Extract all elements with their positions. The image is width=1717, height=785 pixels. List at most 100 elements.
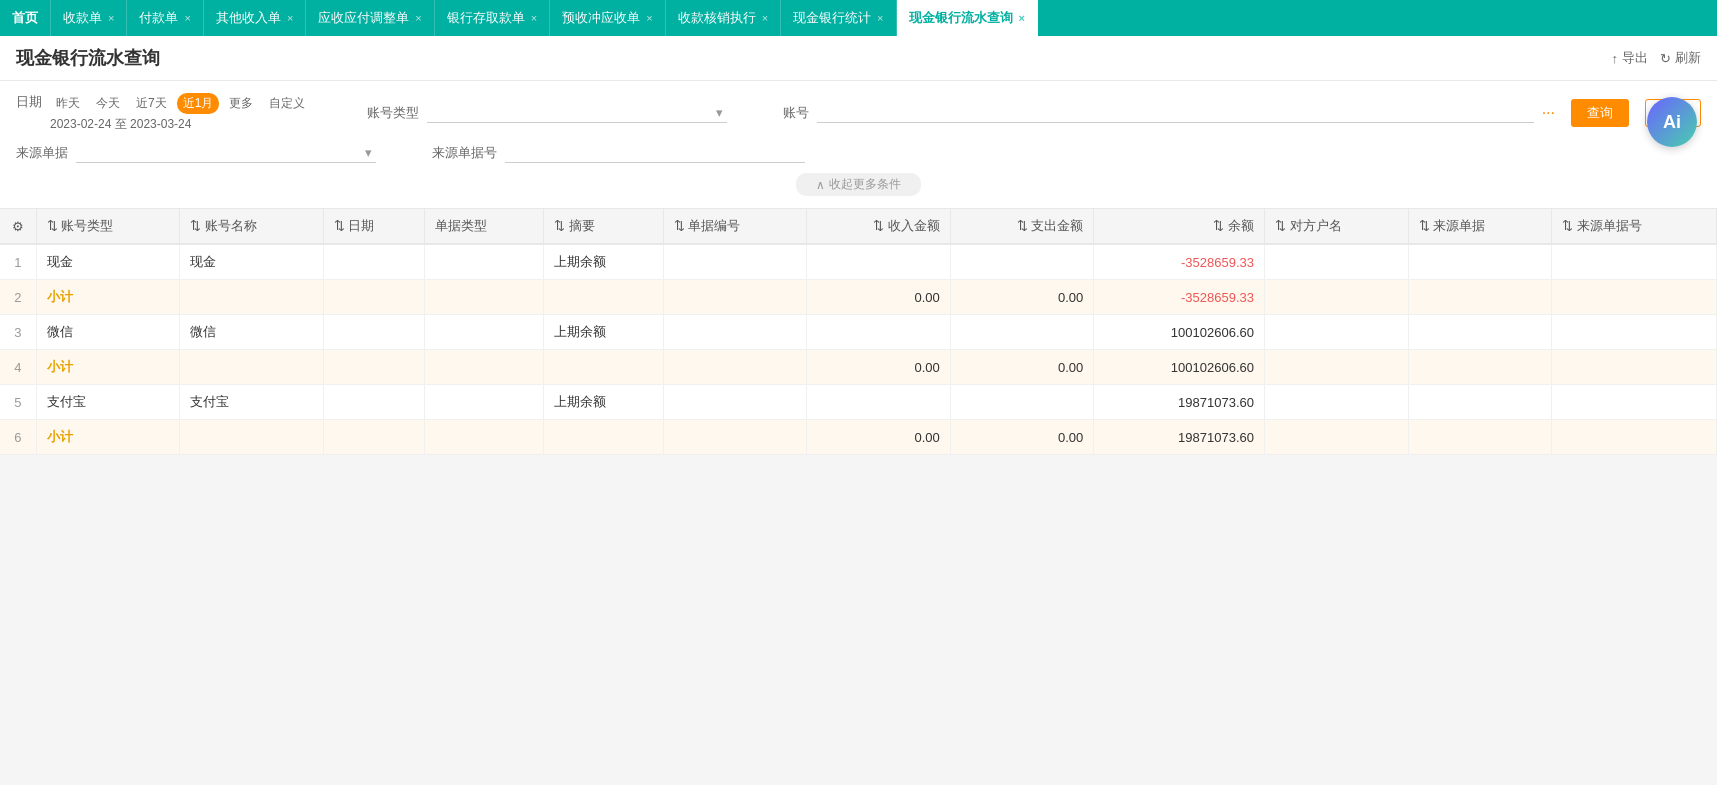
nav-tab-home[interactable]: 首页	[0, 0, 51, 36]
nav-tab-cash-bank-stats[interactable]: 现金银行统计 ×	[781, 0, 896, 36]
cell-summary	[544, 280, 664, 315]
close-payments-icon[interactable]: ×	[184, 12, 190, 24]
col-income: ⇅ 收入金额	[807, 209, 951, 244]
date-range-display: 2023-02-24 至 2023-03-24	[50, 116, 311, 133]
close-receipts-icon[interactable]: ×	[108, 12, 114, 24]
col-gear[interactable]: ⚙	[0, 209, 36, 244]
close-other-income-icon[interactable]: ×	[287, 12, 293, 24]
close-cash-bank-stats-icon[interactable]: ×	[877, 12, 883, 24]
nav-tab-collection-exec[interactable]: 收款核销执行 ×	[666, 0, 781, 36]
table-row[interactable]: 2 小计 0.00 0.00 -3528659.33	[0, 280, 1717, 315]
close-collection-exec-icon[interactable]: ×	[762, 12, 768, 24]
nav-tab-receipts[interactable]: 收款单 ×	[51, 0, 127, 36]
cell-doc-no	[663, 420, 807, 455]
table-container: ⚙ ⇅ 账号类型 ⇅ 账号名称 ⇅ 日期 单据类型 ⇅ 摘要 ⇅ 单据编号 ⇅ …	[0, 209, 1717, 455]
query-button[interactable]: 查询	[1571, 99, 1629, 127]
cell-doc-no	[663, 385, 807, 420]
nav-tab-bank-deposit-label: 银行存取款单	[447, 9, 525, 27]
cell-counterpart	[1264, 315, 1408, 350]
filter-row-1: 日期 昨天 今天 近7天 近1月 更多 自定义 2023-02-24 至 202…	[16, 93, 1701, 133]
account-dots-button[interactable]: ···	[1542, 104, 1555, 122]
close-payable-adjust-icon[interactable]: ×	[415, 12, 421, 24]
date-btn-yesterday[interactable]: 昨天	[50, 93, 86, 114]
col-counterpart-sort[interactable]: ⇅	[1275, 218, 1286, 233]
table-row[interactable]: 5 支付宝 支付宝 上期余额 19871073.60	[0, 385, 1717, 420]
col-source-doc-no-sort[interactable]: ⇅	[1562, 218, 1573, 233]
cell-doc-no	[663, 280, 807, 315]
cell-source-doc	[1408, 244, 1552, 280]
cell-expense	[950, 244, 1094, 280]
source-doc-select[interactable]: ▾	[76, 143, 376, 163]
table-row[interactable]: 3 微信 微信 上期余额 100102606.60	[0, 315, 1717, 350]
col-date-sort[interactable]: ⇅	[334, 218, 345, 233]
cell-counterpart	[1264, 350, 1408, 385]
nav-tab-other-income[interactable]: 其他收入单 ×	[204, 0, 306, 36]
ai-assistant-button[interactable]: Ai	[1647, 97, 1697, 147]
cell-doc-type	[424, 385, 544, 420]
cell-num: 3	[0, 315, 36, 350]
export-icon: ↑	[1612, 51, 1619, 66]
table-row[interactable]: 6 小计 0.00 0.00 19871073.60	[0, 420, 1717, 455]
nav-tab-cash-bank-flow-label: 现金银行流水查询	[909, 9, 1013, 27]
cell-account-name: 微信	[180, 315, 324, 350]
date-btn-7days[interactable]: 近7天	[130, 93, 173, 114]
col-account-type-sort[interactable]: ⇅	[47, 218, 58, 233]
col-balance: ⇅ 余额	[1094, 209, 1265, 244]
cell-source-doc-no	[1552, 315, 1717, 350]
close-cash-bank-flow-icon[interactable]: ×	[1019, 12, 1025, 24]
nav-tab-payments[interactable]: 付款单 ×	[127, 0, 203, 36]
cell-expense: 0.00	[950, 280, 1094, 315]
close-bank-deposit-icon[interactable]: ×	[531, 12, 537, 24]
cell-doc-no	[663, 315, 807, 350]
cell-counterpart	[1264, 420, 1408, 455]
date-btn-custom[interactable]: 自定义	[263, 93, 311, 114]
cell-account-type: 小计	[36, 350, 180, 385]
cell-account-type: 微信	[36, 315, 180, 350]
col-account-name-sort[interactable]: ⇅	[190, 218, 201, 233]
account-type-select[interactable]: ▾	[427, 103, 727, 123]
cell-expense	[950, 315, 1094, 350]
date-btn-more[interactable]: 更多	[223, 93, 259, 114]
source-doc-num-input[interactable]	[509, 145, 801, 160]
cell-date	[323, 280, 424, 315]
cell-expense: 0.00	[950, 420, 1094, 455]
refresh-button[interactable]: ↻ 刷新	[1660, 49, 1701, 67]
date-buttons: 昨天 今天 近7天 近1月 更多 自定义	[50, 93, 311, 114]
account-input[interactable]	[821, 105, 1529, 120]
nav-tab-payable-adjust[interactable]: 应收应付调整单 ×	[306, 0, 434, 36]
col-income-sort[interactable]: ⇅	[873, 218, 884, 233]
col-doc-no-sort[interactable]: ⇅	[674, 218, 685, 233]
date-btn-today[interactable]: 今天	[90, 93, 126, 114]
table-row[interactable]: 4 小计 0.00 0.00 100102606.60	[0, 350, 1717, 385]
col-doc-no: ⇅ 单据编号	[663, 209, 807, 244]
export-button[interactable]: ↑ 导出	[1612, 49, 1649, 67]
cell-balance: 100102606.60	[1094, 350, 1265, 385]
nav-tab-cash-bank-stats-label: 现金银行统计	[793, 9, 871, 27]
cell-source-doc-no	[1552, 385, 1717, 420]
cell-income: 0.00	[807, 280, 951, 315]
cell-counterpart	[1264, 244, 1408, 280]
nav-tab-bank-deposit[interactable]: 银行存取款单 ×	[435, 0, 550, 36]
col-account-name: ⇅ 账号名称	[180, 209, 324, 244]
nav-tab-advance-offset[interactable]: 预收冲应收单 ×	[550, 0, 665, 36]
nav-tab-cash-bank-flow[interactable]: 现金银行流水查询 ×	[897, 0, 1038, 36]
collapse-button[interactable]: ∧ 收起更多条件	[796, 173, 921, 196]
col-summary-sort[interactable]: ⇅	[554, 218, 565, 233]
export-label: 导出	[1622, 49, 1648, 67]
cell-account-name	[180, 350, 324, 385]
collapse-up-icon: ∧	[816, 178, 825, 192]
cell-date	[323, 420, 424, 455]
close-advance-offset-icon[interactable]: ×	[646, 12, 652, 24]
col-balance-sort[interactable]: ⇅	[1213, 218, 1224, 233]
table-row[interactable]: 1 现金 现金 上期余额 -3528659.33	[0, 244, 1717, 280]
col-expense-sort[interactable]: ⇅	[1017, 218, 1028, 233]
cell-account-type: 小计	[36, 420, 180, 455]
cell-source-doc	[1408, 280, 1552, 315]
date-btn-1month[interactable]: 近1月	[177, 93, 220, 114]
cell-source-doc-no	[1552, 280, 1717, 315]
col-source-doc-sort[interactable]: ⇅	[1419, 218, 1430, 233]
cell-doc-type	[424, 244, 544, 280]
top-nav: 首页 收款单 × 付款单 × 其他收入单 × 应收应付调整单 × 银行存取款单 …	[0, 0, 1717, 36]
col-summary: ⇅ 摘要	[544, 209, 664, 244]
cell-expense	[950, 385, 1094, 420]
